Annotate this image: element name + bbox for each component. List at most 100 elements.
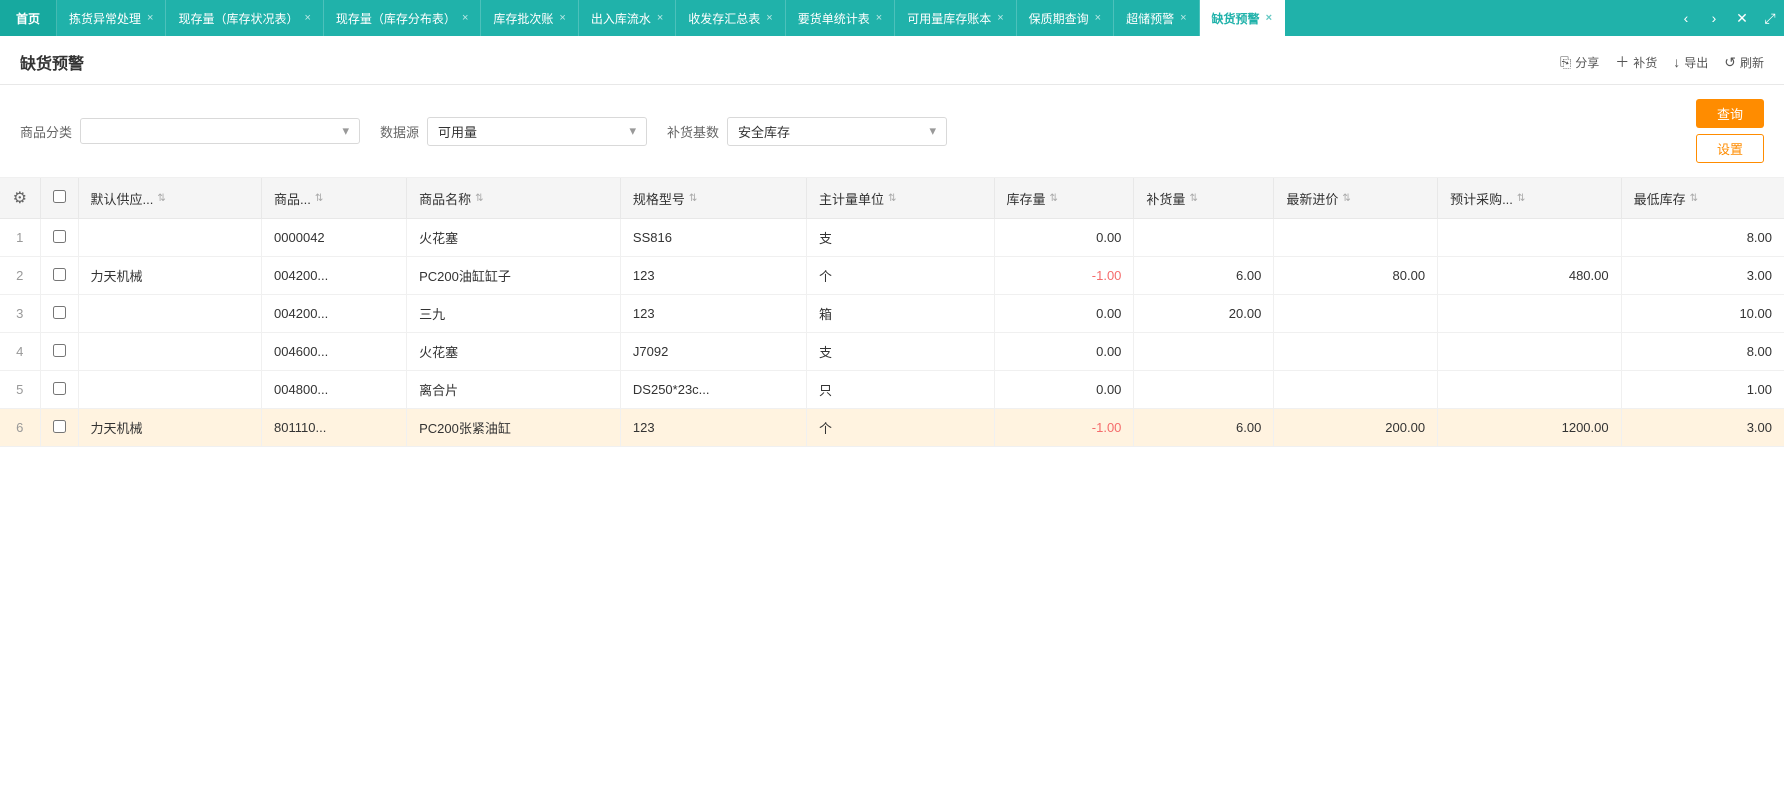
row-stock: 0.00 [994,295,1134,333]
col-name-label: 商品名称 [419,189,471,208]
row-checkbox[interactable] [53,382,66,395]
tab-item-expiry[interactable]: 保质期查询× [1017,0,1114,36]
tab-label-flow: 出入库流水 [591,10,651,27]
tab-item-shortage[interactable]: 缺货预警× [1200,0,1285,36]
restock-label: 补货基数 [667,122,719,141]
tab-close-flow[interactable]: × [657,12,663,24]
row-checkbox-cell [40,295,78,333]
category-select[interactable]: ▾ [80,118,360,144]
tab-close-order[interactable]: × [876,12,882,24]
query-button[interactable]: 查询 [1696,99,1764,128]
row-spec: SS816 [620,219,806,257]
tab-close-expiry[interactable]: × [1095,12,1101,24]
tab-close-available[interactable]: × [997,12,1003,24]
datasource-filter-group: 数据源 可用量 ▾ [380,117,647,146]
select-all-checkbox[interactable] [53,190,66,203]
code-sort-icon: ⇅ [315,193,323,204]
row-supplier [78,371,262,409]
share-label: 分享 [1575,54,1599,71]
table-row: 2力天机械004200...PC200油缸缸子123个-1.006.0080.0… [0,257,1784,295]
row-checkbox[interactable] [53,230,66,243]
tab-fullscreen-btn[interactable]: ⤢ [1756,0,1784,36]
share-icon: ⎘ [1560,54,1571,71]
tab-item-summary[interactable]: 收发存汇总表× [676,0,785,36]
latest-price-sort-icon: ⇅ [1342,193,1350,204]
col-code[interactable]: 商品... ⇅ [262,178,407,219]
tab-item-stock2[interactable]: 现存量（库存分布表）× [324,0,481,36]
row-supplier [78,219,262,257]
col-min-stock[interactable]: 最低库存 ⇅ [1621,178,1784,219]
export-icon: ↓ [1673,54,1680,70]
row-supplier [78,333,262,371]
refresh-icon: ↺ [1724,54,1736,71]
estimated-sort-icon: ⇅ [1517,193,1525,204]
row-latest-price [1274,333,1438,371]
row-name: PC200张紧油缸 [407,409,621,447]
export-btn[interactable]: ↓ 导出 [1673,54,1708,71]
col-estimated[interactable]: 预计采购... ⇅ [1438,178,1622,219]
row-restock-qty [1134,219,1274,257]
tab-label-stock1: 现存量（库存状况表） [178,10,298,27]
row-latest-price [1274,295,1438,333]
row-name: PC200油缸缸子 [407,257,621,295]
row-latest-price: 200.00 [1274,409,1438,447]
tab-close-stock2[interactable]: × [462,12,468,24]
gear-icon[interactable]: ⚙ [13,190,27,207]
col-latest-price[interactable]: 最新进价 ⇅ [1274,178,1438,219]
tab-prev-btn[interactable]: ‹ [1672,0,1700,36]
restock-value: 安全库存 [738,122,818,141]
row-unit: 箱 [806,295,994,333]
tab-close-pick[interactable]: × [147,12,153,24]
tab-next-btn[interactable]: › [1700,0,1728,36]
tab-item-available[interactable]: 可用量库存账本 × [895,0,1016,36]
filter-action-buttons: 查询 设置 [1696,99,1764,163]
datasource-select[interactable]: 可用量 ▾ [427,117,647,146]
tab-item-stock1[interactable]: 现存量（库存状况表） × [166,0,323,36]
col-spec-label: 规格型号 [633,189,685,208]
row-checkbox[interactable] [53,420,66,433]
table-row: 3004200...三九123箱0.0020.0010.00 [0,295,1784,333]
col-settings[interactable]: ⚙ [0,178,40,219]
page-header: 缺货预警 ⎘ 分享 ＋ 补货 ↓ 导出 ↺ 刷新 [0,36,1784,85]
col-supplier[interactable]: 默认供应... ⇅ [78,178,262,219]
row-name: 三九 [407,295,621,333]
tab-item-overstock[interactable]: 超储预警 × [1114,0,1199,36]
restock-btn[interactable]: ＋ 补货 [1615,52,1657,72]
tab-item-flow[interactable]: 出入库流水 × [579,0,676,36]
row-restock-qty: 6.00 [1134,409,1274,447]
col-stock[interactable]: 库存量 ⇅ [994,178,1134,219]
refresh-label: 刷新 [1740,54,1764,71]
tab-close-summary[interactable]: × [766,12,772,24]
restock-select[interactable]: 安全库存 ▾ [727,117,947,146]
tab-label-available: 可用量库存账本 [907,10,991,27]
row-checkbox[interactable] [53,268,66,281]
row-min-stock: 3.00 [1621,257,1784,295]
tab-close-stock1[interactable]: × [304,12,310,24]
tab-item-batch[interactable]: 库存批次账× [481,0,578,36]
col-spec[interactable]: 规格型号 ⇅ [620,178,806,219]
tab-close-overstock[interactable]: × [1180,12,1186,24]
tab-close-batch[interactable]: × [559,12,565,24]
row-spec: DS250*23c... [620,371,806,409]
tab-item-pick[interactable]: 拣货异常处理× [57,0,166,36]
row-estimated-purchase [1438,333,1622,371]
row-name: 离合片 [407,371,621,409]
settings-button[interactable]: 设置 [1696,134,1764,163]
row-checkbox[interactable] [53,306,66,319]
share-btn[interactable]: ⎘ 分享 [1560,54,1599,71]
row-min-stock: 8.00 [1621,219,1784,257]
col-unit[interactable]: 主计量单位 ⇅ [806,178,994,219]
tab-item-order[interactable]: 要货单统计表× [786,0,895,36]
col-name[interactable]: 商品名称 ⇅ [407,178,621,219]
refresh-btn[interactable]: ↺ 刷新 [1724,54,1764,71]
tab-close-shortage[interactable]: × [1266,12,1272,24]
col-restock[interactable]: 补货量 ⇅ [1134,178,1274,219]
col-checkbox-header[interactable] [40,178,78,219]
tab-label-overstock: 超储预警 [1126,10,1174,27]
row-checkbox[interactable] [53,344,66,357]
tab-close-all-btn[interactable]: ✕ [1728,0,1756,36]
table-header-row: ⚙ 默认供应... ⇅ 商品... ⇅ [0,178,1784,219]
category-filter-group: 商品分类 ▾ [20,118,360,144]
row-stock: 0.00 [994,219,1134,257]
tab-item-home[interactable]: 首页 [0,0,57,36]
